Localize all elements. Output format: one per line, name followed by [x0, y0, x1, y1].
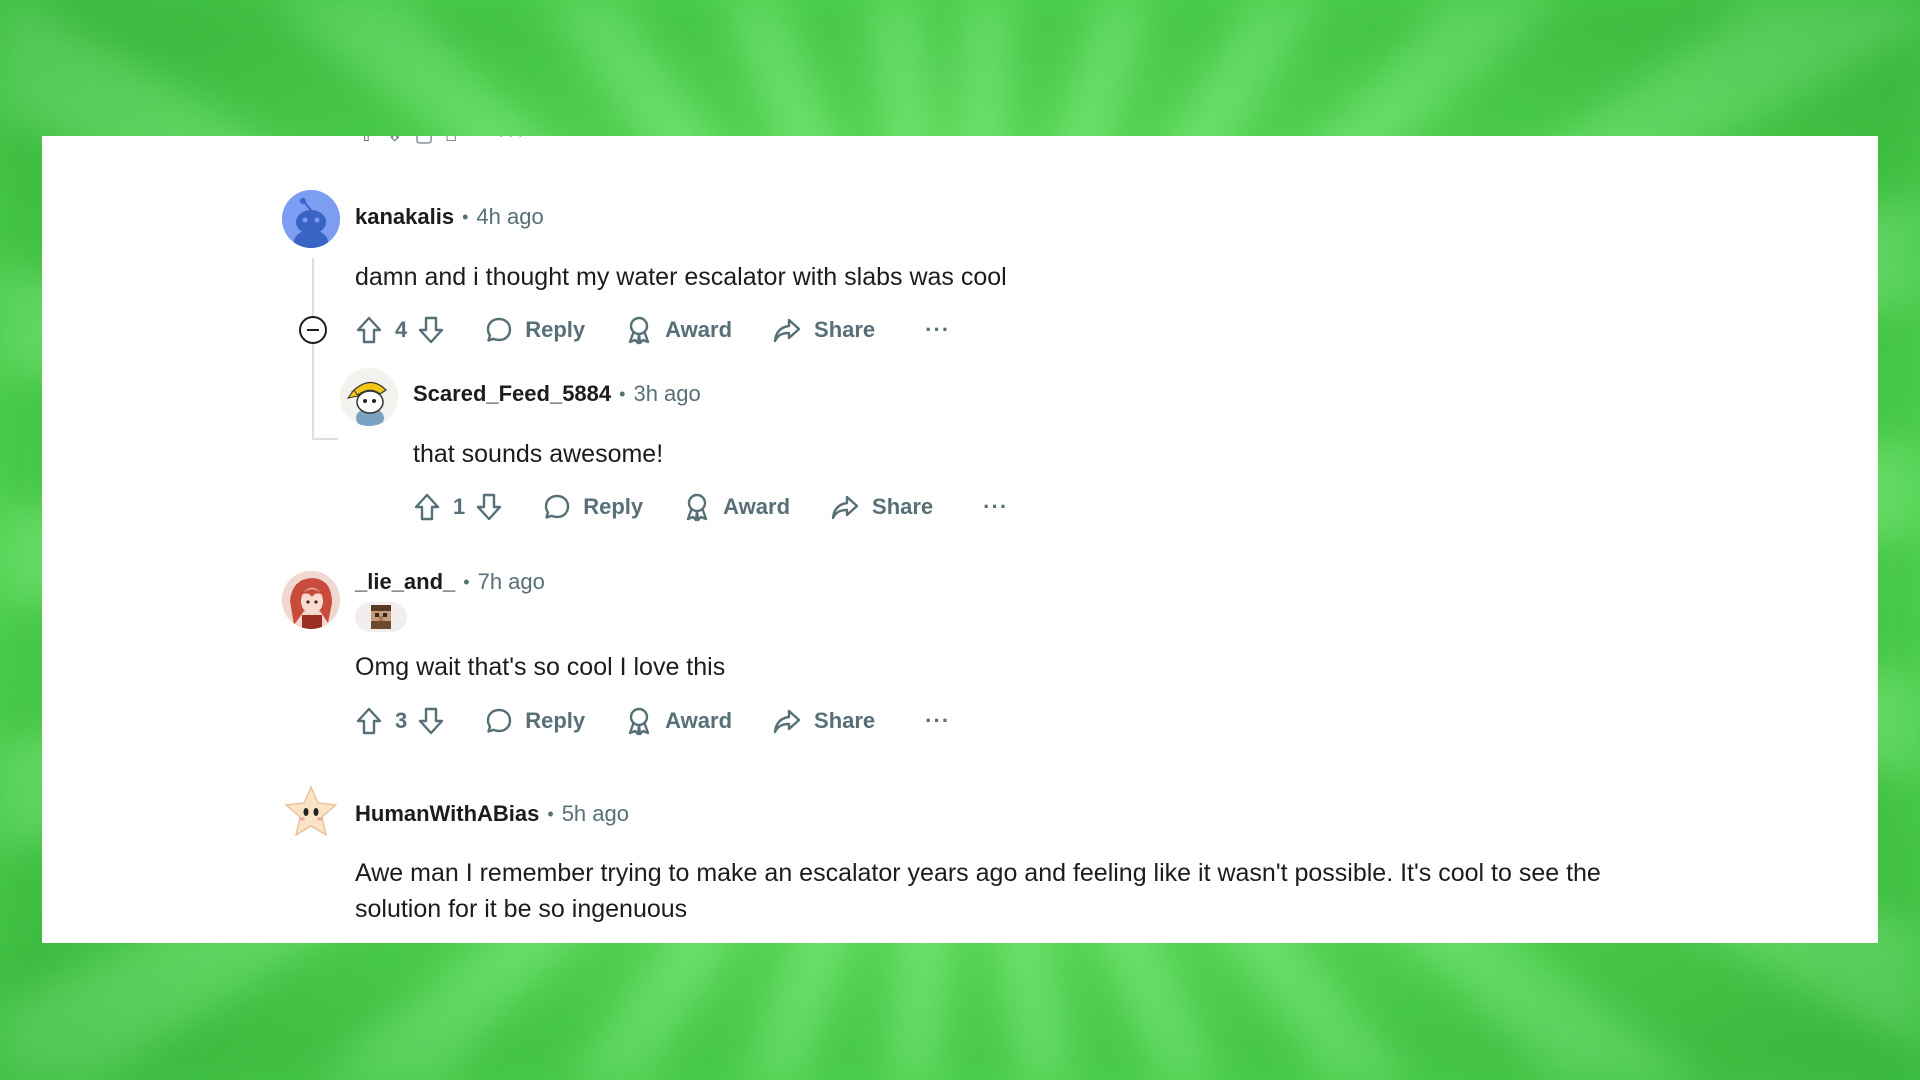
avatar[interactable]: [282, 571, 340, 629]
author-name[interactable]: _lie_and_: [355, 569, 455, 595]
share-label: Share: [814, 708, 876, 733]
downvote-icon[interactable]: [417, 706, 445, 736]
upvote-icon[interactable]: [355, 315, 383, 345]
comments-panel: ⇧ ⇩ ▢ ⌂ ◠ ··· kanakalis • 4h ago damn an…: [42, 136, 1878, 943]
snoo-avatar-icon: [282, 190, 340, 248]
award-button[interactable]: Award: [683, 492, 790, 522]
upvote-icon[interactable]: [355, 706, 383, 736]
vote-group: 4: [355, 315, 445, 345]
downvote-icon[interactable]: [417, 315, 445, 345]
snoo-hat-avatar-icon: [340, 368, 398, 426]
comment-bubble-icon: [545, 494, 570, 519]
award-icon: [628, 316, 650, 345]
share-button[interactable]: Share: [772, 707, 875, 735]
thread-line[interactable]: [312, 258, 314, 440]
meta-separator: •: [463, 571, 470, 592]
timestamp[interactable]: 5h ago: [562, 801, 629, 827]
comment-bubble-icon: [487, 708, 512, 733]
comment-bubble-icon: [487, 317, 512, 342]
anime-avatar-icon: [282, 571, 340, 629]
more-options-button[interactable]: ···: [983, 494, 1008, 520]
award-label: Award: [665, 708, 733, 733]
vote-group: 3: [355, 706, 445, 736]
share-label: Share: [872, 494, 934, 519]
author-name[interactable]: kanakalis: [355, 204, 454, 230]
award-label: Award: [665, 317, 733, 342]
award-label: Award: [723, 494, 791, 519]
comment-body: Omg wait that's so cool I love this: [355, 653, 726, 681]
comment-meta: Scared_Feed_5884 • 3h ago: [413, 381, 701, 407]
collapse-thread-button[interactable]: [299, 316, 327, 344]
comment-body: damn and i thought my water escalator wi…: [355, 263, 1007, 291]
reply-button[interactable]: Reply: [485, 316, 585, 344]
share-button[interactable]: Share: [772, 316, 875, 344]
pixel-villager-flair-icon: [371, 605, 391, 629]
award-button[interactable]: Award: [625, 706, 732, 736]
timestamp[interactable]: 4h ago: [476, 204, 543, 230]
star-creature-avatar-icon: [282, 783, 340, 841]
timestamp[interactable]: 3h ago: [633, 381, 700, 407]
clipped-action-bar: ⇧ ⇩ ▢ ⌂ ◠ ···: [358, 136, 898, 144]
reply-label: Reply: [583, 494, 644, 519]
avatar[interactable]: [282, 783, 340, 841]
meta-separator: •: [547, 803, 554, 824]
award-icon: [686, 493, 708, 522]
meta-separator: •: [462, 206, 469, 227]
share-button[interactable]: Share: [830, 493, 933, 521]
downvote-icon[interactable]: [475, 492, 503, 522]
comment-actions: 4 Reply Award Share ···: [355, 310, 950, 350]
reply-label: Reply: [525, 708, 586, 733]
share-label: Share: [814, 317, 876, 342]
meta-separator: •: [619, 383, 626, 404]
comment-actions: 3 Reply Award Share ···: [355, 701, 950, 741]
more-options-button[interactable]: ···: [925, 708, 950, 734]
award-button[interactable]: Award: [625, 315, 732, 345]
share-icon: [831, 495, 859, 520]
reply-button[interactable]: Reply: [485, 707, 585, 735]
vote-group: 1: [413, 492, 503, 522]
award-icon: [628, 707, 650, 736]
vote-count: 3: [395, 708, 408, 733]
avatar[interactable]: [340, 368, 398, 426]
share-icon: [773, 709, 801, 734]
comment-meta: kanakalis • 4h ago: [355, 204, 544, 230]
comment-meta: _lie_and_ • 7h ago: [355, 569, 545, 595]
vote-count: 4: [395, 317, 408, 342]
reply-button[interactable]: Reply: [543, 493, 643, 521]
upvote-icon[interactable]: [413, 492, 441, 522]
author-name[interactable]: HumanWithABias: [355, 801, 539, 827]
comment-meta: HumanWithABias • 5h ago: [355, 801, 629, 827]
thread-connector: [312, 438, 338, 440]
user-flair: [355, 602, 407, 632]
author-name[interactable]: Scared_Feed_5884: [413, 381, 611, 407]
share-icon: [773, 318, 801, 343]
vote-count: 1: [453, 494, 466, 519]
comment-body: that sounds awesome!: [413, 440, 664, 468]
more-options-button[interactable]: ···: [925, 317, 950, 343]
reply-label: Reply: [525, 317, 586, 342]
timestamp[interactable]: 7h ago: [478, 569, 545, 595]
avatar[interactable]: [282, 190, 340, 248]
comment-actions: 1 Reply Award Share ···: [413, 487, 1008, 527]
comment-body: Awe man I remember trying to make an esc…: [355, 859, 1601, 923]
